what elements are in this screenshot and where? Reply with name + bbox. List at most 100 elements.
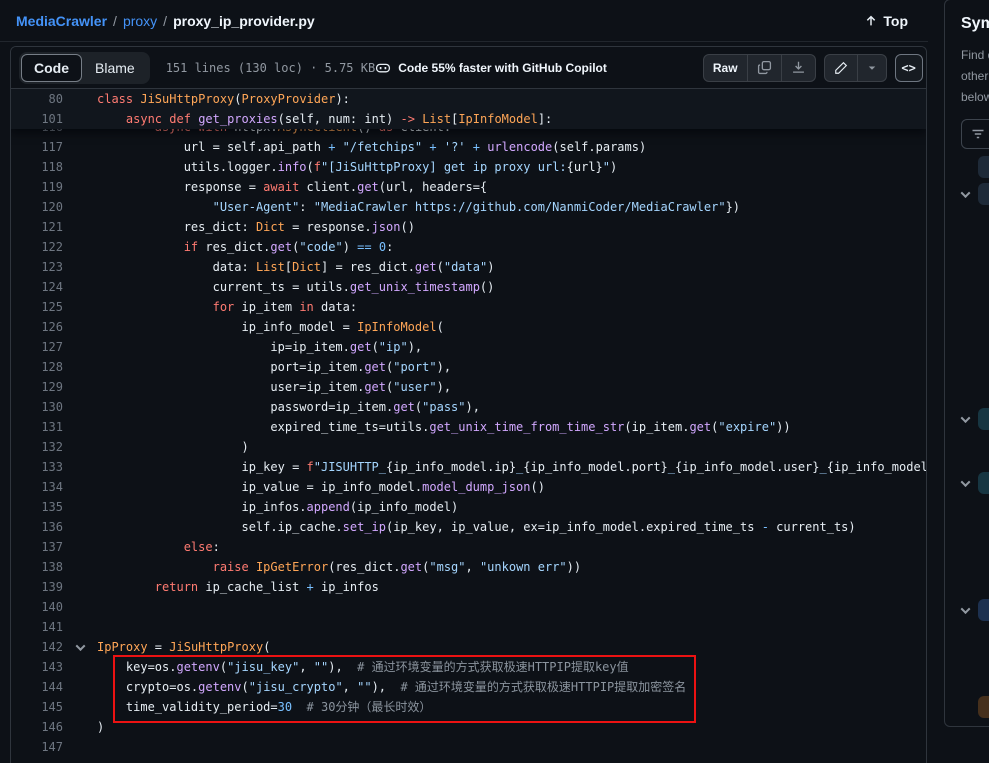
line-number[interactable]: 139 [11,577,63,597]
fold-gutter [63,417,97,437]
code-line: 139 return ip_cache_list + ip_infos [11,577,926,597]
symbol-item[interactable] [962,183,989,205]
arrow-up-icon [864,14,878,28]
symbol-chip[interactable] [978,156,989,178]
code-text: ) [97,437,926,457]
code-text: ip_key = f"JISUHTTP_{ip_info_model.ip}_{… [97,457,926,477]
line-number[interactable]: 127 [11,337,63,357]
line-number[interactable]: 133 [11,457,63,477]
code-line: 147 [11,737,926,757]
line-number[interactable]: 117 [11,137,63,157]
code-text: IpProxy = JiSuHttpProxy( [97,637,926,657]
back-to-top-link[interactable]: Top [864,13,908,29]
tab-code[interactable]: Code [21,54,82,82]
line-number[interactable]: 146 [11,717,63,737]
code-line: 129 user=ip_item.get("user"), [11,377,926,397]
line-number[interactable]: 120 [11,197,63,217]
fold-gutter [63,397,97,417]
symbol-chip[interactable] [978,183,989,205]
fold-gutter [63,237,97,257]
line-number[interactable]: 141 [11,617,63,637]
breadcrumb-repo-link[interactable]: MediaCrawler [16,13,107,29]
line-number[interactable]: 122 [11,237,63,257]
symbol-item[interactable] [962,408,989,430]
copilot-promo[interactable]: Code 55% faster with GitHub Copilot [375,60,607,76]
fold-gutter [63,437,97,457]
raw-copy-download-group: Raw [703,54,816,82]
line-number[interactable]: 125 [11,297,63,317]
code-line: 131 expired_time_ts=utils.get_unix_time_… [11,417,926,437]
line-number[interactable]: 137 [11,537,63,557]
edit-dropdown-button[interactable] [857,55,886,81]
line-number[interactable]: 123 [11,257,63,277]
symbols-filter-button[interactable] [961,119,989,149]
symbols-description-line: other symbols in this file by clicking a… [961,66,989,87]
line-number[interactable]: 126 [11,317,63,337]
breadcrumb-folder-link[interactable]: proxy [123,13,157,29]
symbols-panel: Symbols Find definitions and references … [944,0,989,727]
code-text: ip_value = ip_info_model.model_dump_json… [97,477,926,497]
line-number[interactable]: 80 [11,89,63,109]
line-number[interactable]: 119 [11,177,63,197]
line-number[interactable]: 144 [11,677,63,697]
line-number[interactable]: 130 [11,397,63,417]
line-number[interactable]: 138 [11,557,63,577]
line-number[interactable]: 136 [11,517,63,537]
code-line: 124 current_ts = utils.get_unix_timestam… [11,277,926,297]
line-number[interactable]: 131 [11,417,63,437]
line-number[interactable]: 129 [11,377,63,397]
pencil-icon [834,61,848,75]
code-text: async def get_proxies(self, num: int) ->… [97,109,926,129]
symbols-panel-toggle[interactable]: <> [895,54,923,82]
code-text: for ip_item in data: [97,297,926,317]
code-text: url = self.api_path + "/fetchips" + '?' … [97,137,926,157]
line-number[interactable]: 143 [11,657,63,677]
chevron-down-icon[interactable] [961,477,971,487]
symbol-chip[interactable] [978,472,989,494]
line-number[interactable]: 124 [11,277,63,297]
chevron-down-icon[interactable] [961,604,971,614]
code-line: 126 ip_info_model = IpInfoModel( [11,317,926,337]
line-number[interactable]: 118 [11,157,63,177]
chevron-down-icon[interactable] [961,188,971,198]
fold-gutter [63,177,97,197]
breadcrumb-bar: MediaCrawler / proxy / proxy_ip_provider… [0,0,928,42]
fold-gutter [63,277,97,297]
fold-gutter [63,717,97,737]
fold-gutter [63,557,97,577]
fold-gutter [63,617,97,637]
symbol-chip[interactable] [978,599,989,621]
line-number[interactable]: 135 [11,497,63,517]
edit-button[interactable] [825,55,857,81]
symbol-chip[interactable] [978,696,989,718]
code-lines: 116 async with httpx.AsyncClient() as cl… [11,89,926,757]
breadcrumb: MediaCrawler / proxy / proxy_ip_provider… [16,13,315,29]
raw-button[interactable]: Raw [704,55,747,81]
code-line: 135 ip_infos.append(ip_info_model) [11,497,926,517]
code-text: return ip_cache_list + ip_infos [97,577,926,597]
line-number[interactable]: 134 [11,477,63,497]
copy-button[interactable] [747,55,781,81]
symbol-item[interactable] [962,599,989,621]
line-number[interactable]: 132 [11,437,63,457]
tab-blame[interactable]: Blame [82,54,148,82]
fold-gutter [63,337,97,357]
line-number[interactable]: 145 [11,697,63,717]
line-number[interactable]: 128 [11,357,63,377]
symbol-chip[interactable] [978,408,989,430]
symbol-item[interactable] [962,472,989,494]
chevron-down-icon[interactable] [75,641,85,651]
line-number[interactable]: 140 [11,597,63,617]
line-number[interactable]: 142 [11,637,63,657]
code-line: 136 self.ip_cache.set_ip(ip_key, ip_valu… [11,517,926,537]
fold-gutter [63,317,97,337]
symbols-panel-description: Find definitions and references for func… [961,45,989,108]
line-number[interactable]: 147 [11,737,63,757]
chevron-down-icon[interactable] [961,413,971,423]
download-button[interactable] [781,55,815,81]
line-number[interactable]: 101 [11,109,63,129]
code-text: key=os.getenv("jisu_key", ""), # 通过环境变量的… [97,657,926,677]
line-number[interactable]: 121 [11,217,63,237]
symbol-item[interactable] [962,696,989,718]
symbol-item[interactable] [962,156,989,178]
